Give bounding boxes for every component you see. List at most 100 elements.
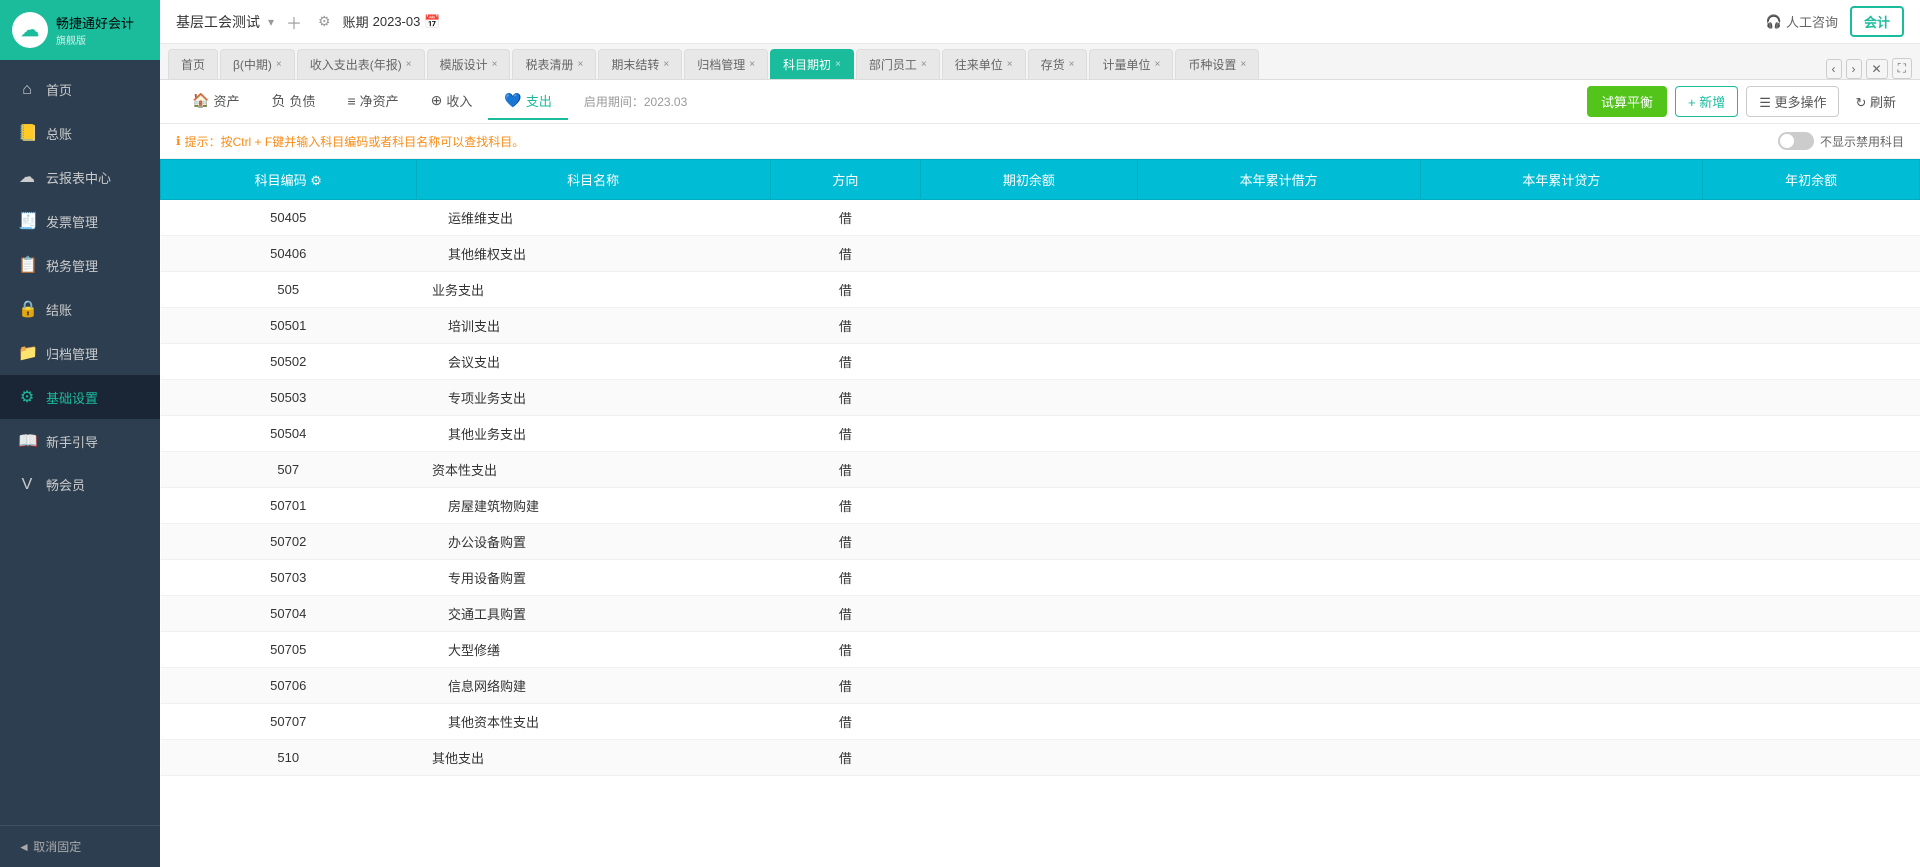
dropdown-arrow-icon[interactable]: ▾ — [268, 15, 274, 29]
col-gear-icon[interactable]: ⚙ — [310, 173, 322, 188]
cell-ytd-credit-0 — [1420, 200, 1703, 236]
refresh-button[interactable]: ↻ 刷新 — [1847, 87, 1904, 116]
sub-tab-收入[interactable]: ⊕ 收入 — [415, 83, 489, 120]
sidebar-item-invoice[interactable]: 🧾 发票管理 — [0, 199, 160, 243]
tab-11[interactable]: 计量单位× — [1089, 49, 1173, 79]
hint-toggle[interactable]: 不显示禁用科目 — [1778, 132, 1904, 150]
tab-close-5[interactable]: × — [663, 59, 669, 70]
cell-ytd-credit-2 — [1420, 272, 1703, 308]
tab-0[interactable]: 首页 — [168, 49, 218, 79]
table-row[interactable]: 50501培训支出借 — [161, 308, 1920, 344]
sidebar-item-guide[interactable]: 📖 新手引导 — [0, 419, 160, 463]
sidebar-footer[interactable]: ◄ 取消固定 — [0, 825, 160, 867]
consult-button[interactable]: 🎧 人工咨询 — [1766, 12, 1838, 31]
cell-name-14: 其他资本性支出 — [416, 704, 770, 740]
cell-name-0: 运维维支出 — [416, 200, 770, 236]
tab-close-1[interactable]: × — [276, 59, 282, 70]
sidebar-item-member[interactable]: V 畅会员 — [0, 463, 160, 506]
cell-ytd-credit-15 — [1420, 740, 1703, 776]
tab-close-3[interactable]: × — [492, 59, 498, 70]
cell-year-opening-11 — [1703, 596, 1920, 632]
table-row[interactable]: 507资本性支出借 — [161, 452, 1920, 488]
table-row[interactable]: 50504其他业务支出借 — [161, 416, 1920, 452]
new-button[interactable]: + 新增 — [1675, 86, 1738, 117]
cell-direction-7: 借 — [770, 452, 920, 488]
cell-ytd-debit-12 — [1137, 632, 1420, 668]
sub-tab-支出[interactable]: 💙 支出 — [488, 83, 567, 120]
table-row[interactable]: 50405运维维支出借 — [161, 200, 1920, 236]
table-row[interactable]: 50706信息网络购建借 — [161, 668, 1920, 704]
sidebar-item-basic[interactable]: ⚙ 基础设置 — [0, 375, 160, 419]
table-row[interactable]: 50702办公设备购置借 — [161, 524, 1920, 560]
tab-6[interactable]: 归档管理× — [684, 49, 768, 79]
sub-tab-净资产[interactable]: ≡ 净资产 — [331, 83, 414, 120]
tab-10[interactable]: 存货× — [1028, 49, 1088, 79]
cell-ytd-credit-7 — [1420, 452, 1703, 488]
tab-close-6[interactable]: × — [749, 59, 755, 70]
tab-12[interactable]: 币种设置× — [1175, 49, 1259, 79]
table-row[interactable]: 50703专用设备购置借 — [161, 560, 1920, 596]
tabs-expand-button[interactable]: ⛶ — [1892, 58, 1912, 79]
headset-icon: 🎧 — [1766, 14, 1782, 30]
sidebar-item-close[interactable]: 🔒 结账 — [0, 287, 160, 331]
tab-5[interactable]: 期末结转× — [598, 49, 682, 79]
tab-2[interactable]: 收入支出表(年报)× — [297, 49, 425, 79]
tab-7[interactable]: 科目期初× — [770, 49, 854, 79]
balance-button[interactable]: 试算平衡 — [1587, 86, 1667, 117]
cell-name-8: 房屋建筑物购建 — [416, 488, 770, 524]
sidebar-item-ledger[interactable]: 📒 总账 — [0, 111, 160, 155]
sidebar-label-basic: 基础设置 — [46, 388, 98, 407]
tab-close-12[interactable]: × — [1240, 59, 1246, 70]
tab-8[interactable]: 部门员工× — [856, 49, 940, 79]
sub-tab-资产[interactable]: 🏠 资产 — [176, 83, 255, 120]
tab-close-10[interactable]: × — [1069, 59, 1075, 70]
table-row[interactable]: 50705大型修缮借 — [161, 632, 1920, 668]
sidebar-item-home[interactable]: ⌂ 首页 — [0, 68, 160, 111]
tabs-prev-button[interactable]: ‹ — [1826, 59, 1842, 79]
more-button[interactable]: ☰ 更多操作 — [1746, 86, 1839, 117]
cell-ytd-debit-10 — [1137, 560, 1420, 596]
tab-1[interactable]: β(中期)× — [220, 49, 295, 79]
tab-close-7[interactable]: × — [835, 59, 841, 70]
sidebar-item-cloud[interactable]: ☁ 云报表中心 — [0, 155, 160, 199]
cell-ytd-debit-14 — [1137, 704, 1420, 740]
add-tab-button[interactable]: ＋ — [282, 10, 306, 34]
cell-ytd-debit-3 — [1137, 308, 1420, 344]
kuaiji-button[interactable]: 会计 — [1850, 6, 1904, 37]
tab-3[interactable]: 模版设计× — [427, 49, 511, 79]
calendar-icon[interactable]: 📅 — [424, 14, 440, 30]
tab-close-2[interactable]: × — [406, 59, 412, 70]
cell-name-1: 其他维权支出 — [416, 236, 770, 272]
sidebar-label-close: 结账 — [46, 300, 72, 319]
invoice-icon: 🧾 — [18, 211, 36, 231]
tab-close-4[interactable]: × — [577, 59, 583, 70]
sub-tab-负债[interactable]: 负 负债 — [255, 83, 331, 121]
table-row[interactable]: 50502会议支出借 — [161, 344, 1920, 380]
disable-toggle[interactable] — [1778, 132, 1814, 150]
settings-icon[interactable]: ⚙ — [314, 13, 335, 30]
table-row[interactable]: 50704交通工具购置借 — [161, 596, 1920, 632]
tab-close-11[interactable]: × — [1155, 59, 1161, 70]
tabs-close-button[interactable]: ✕ — [1866, 59, 1888, 79]
sub-tab-label-1: 负债 — [289, 91, 315, 110]
tab-9[interactable]: 往来单位× — [942, 49, 1026, 79]
table-row[interactable]: 505业务支出借 — [161, 272, 1920, 308]
sidebar-item-tax[interactable]: 📋 税务管理 — [0, 243, 160, 287]
cell-code-7: 507 — [161, 452, 417, 488]
table-row[interactable]: 50707其他资本性支出借 — [161, 704, 1920, 740]
sub-tab-label-3: 收入 — [446, 91, 472, 110]
tab-close-9[interactable]: × — [1007, 59, 1013, 70]
tabs-next-button[interactable]: › — [1846, 59, 1862, 79]
table-row[interactable]: 50406其他维权支出借 — [161, 236, 1920, 272]
cell-direction-10: 借 — [770, 560, 920, 596]
table-row[interactable]: 510其他支出借 — [161, 740, 1920, 776]
sidebar-item-archive[interactable]: 📁 归档管理 — [0, 331, 160, 375]
cell-code-2: 505 — [161, 272, 417, 308]
table-row[interactable]: 50701房屋建筑物购建借 — [161, 488, 1920, 524]
cell-opening-2 — [921, 272, 1138, 308]
cell-year-opening-12 — [1703, 632, 1920, 668]
table-row[interactable]: 50503专项业务支出借 — [161, 380, 1920, 416]
cloud-icon: ☁ — [18, 167, 36, 187]
tab-4[interactable]: 税表清册× — [512, 49, 596, 79]
tab-close-8[interactable]: × — [921, 59, 927, 70]
